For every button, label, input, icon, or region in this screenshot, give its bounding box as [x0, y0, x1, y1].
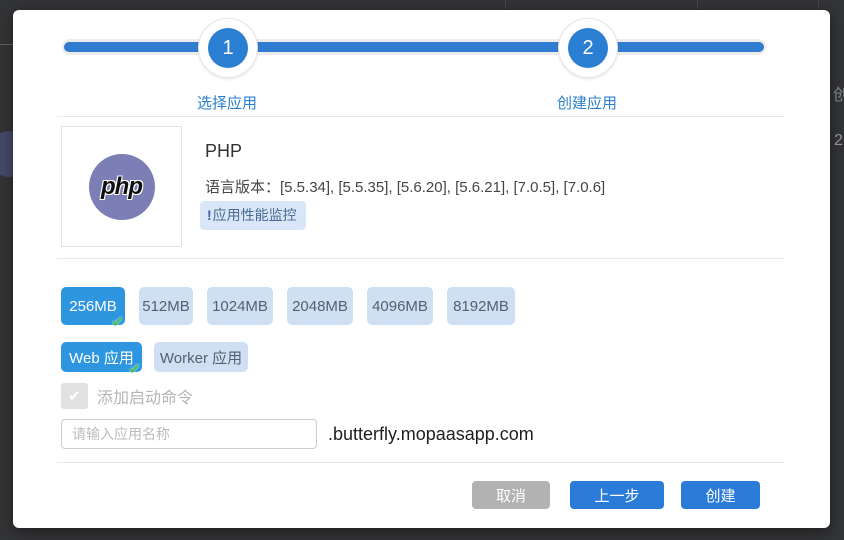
step-2-circle: 2 — [568, 28, 608, 68]
checkbox-check-icon: ✔ — [68, 388, 81, 405]
startup-command-row: ✔ 添加启动命令 — [61, 383, 193, 409]
performance-monitor-badge: !应用性能监控 — [200, 201, 306, 230]
selected-check-icon: ✔ — [111, 314, 124, 331]
domain-suffix-text: .butterfly.mopaasapp.com — [328, 423, 534, 444]
app-name-input[interactable] — [61, 419, 317, 449]
step-1-label: 选择应用 — [196, 95, 257, 112]
memory-option-2048mb[interactable]: 2048MB — [287, 287, 353, 325]
app-type-option-worker[interactable]: Worker 应用 — [154, 342, 248, 372]
cancel-button[interactable]: 取消 — [472, 481, 550, 509]
background-divider — [697, 0, 698, 9]
step-2-label: 创建应用 — [556, 95, 617, 112]
memory-option-256mb[interactable]: 256MB ✔ — [61, 287, 125, 331]
app-type-option-web[interactable]: Web 应用 ✔ — [61, 342, 142, 378]
create-app-dialog: 1 2 选择应用 创建应用 php PHP 语言版本：[5.5.34], [5.… — [13, 10, 830, 528]
memory-option-4096mb[interactable]: 4096MB — [367, 287, 433, 325]
app-type-label: Web 应用 — [69, 349, 134, 367]
background-divider — [818, 0, 819, 9]
create-button[interactable]: 创建 — [681, 481, 760, 509]
app-logo-card: php — [61, 126, 182, 247]
memory-option-8192mb[interactable]: 8192MB — [447, 287, 515, 325]
memory-option-label: 256MB — [69, 297, 117, 315]
divider — [57, 116, 785, 117]
app-name-row: .butterfly.mopaasapp.com — [61, 419, 534, 449]
memory-option-label: 1024MB — [212, 297, 268, 315]
step-1-node: 1 — [198, 18, 258, 78]
memory-option-label: 512MB — [142, 297, 190, 315]
memory-option-label: 8192MB — [453, 297, 509, 315]
divider — [57, 462, 785, 463]
startup-command-label: 添加启动命令 — [97, 390, 194, 407]
divider — [57, 258, 785, 259]
stepper-progress-bar — [64, 42, 764, 52]
memory-option-1024mb[interactable]: 1024MB — [207, 287, 273, 325]
app-type-label: Worker 应用 — [159, 349, 243, 367]
startup-command-checkbox[interactable]: ✔ — [61, 383, 88, 409]
stepper-track — [62, 39, 766, 55]
previous-step-button[interactable]: 上一步 — [570, 481, 664, 509]
php-logo-icon: php — [88, 153, 155, 220]
background-divider — [505, 0, 506, 9]
badge-label: 应用性能监控 — [212, 207, 297, 223]
background-text-fragment: 创 — [833, 87, 844, 104]
selected-check-icon: ✔ — [128, 361, 141, 378]
background-text-fragment: 2 — [834, 132, 843, 149]
step-2-node: 2 — [558, 18, 618, 78]
app-versions-text: 语言版本：[5.5.34], [5.5.35], [5.6.20], [5.6.… — [205, 179, 606, 196]
app-name-title: PHP — [205, 141, 243, 161]
monitor-icon: ! — [207, 207, 212, 223]
dialog-footer: 取消 上一步 创建 — [13, 481, 760, 509]
php-logo-text: php — [101, 172, 143, 200]
memory-option-label: 2048MB — [292, 297, 348, 315]
memory-option-label: 4096MB — [372, 297, 428, 315]
memory-option-512mb[interactable]: 512MB — [139, 287, 193, 325]
step-1-circle: 1 — [208, 28, 248, 68]
